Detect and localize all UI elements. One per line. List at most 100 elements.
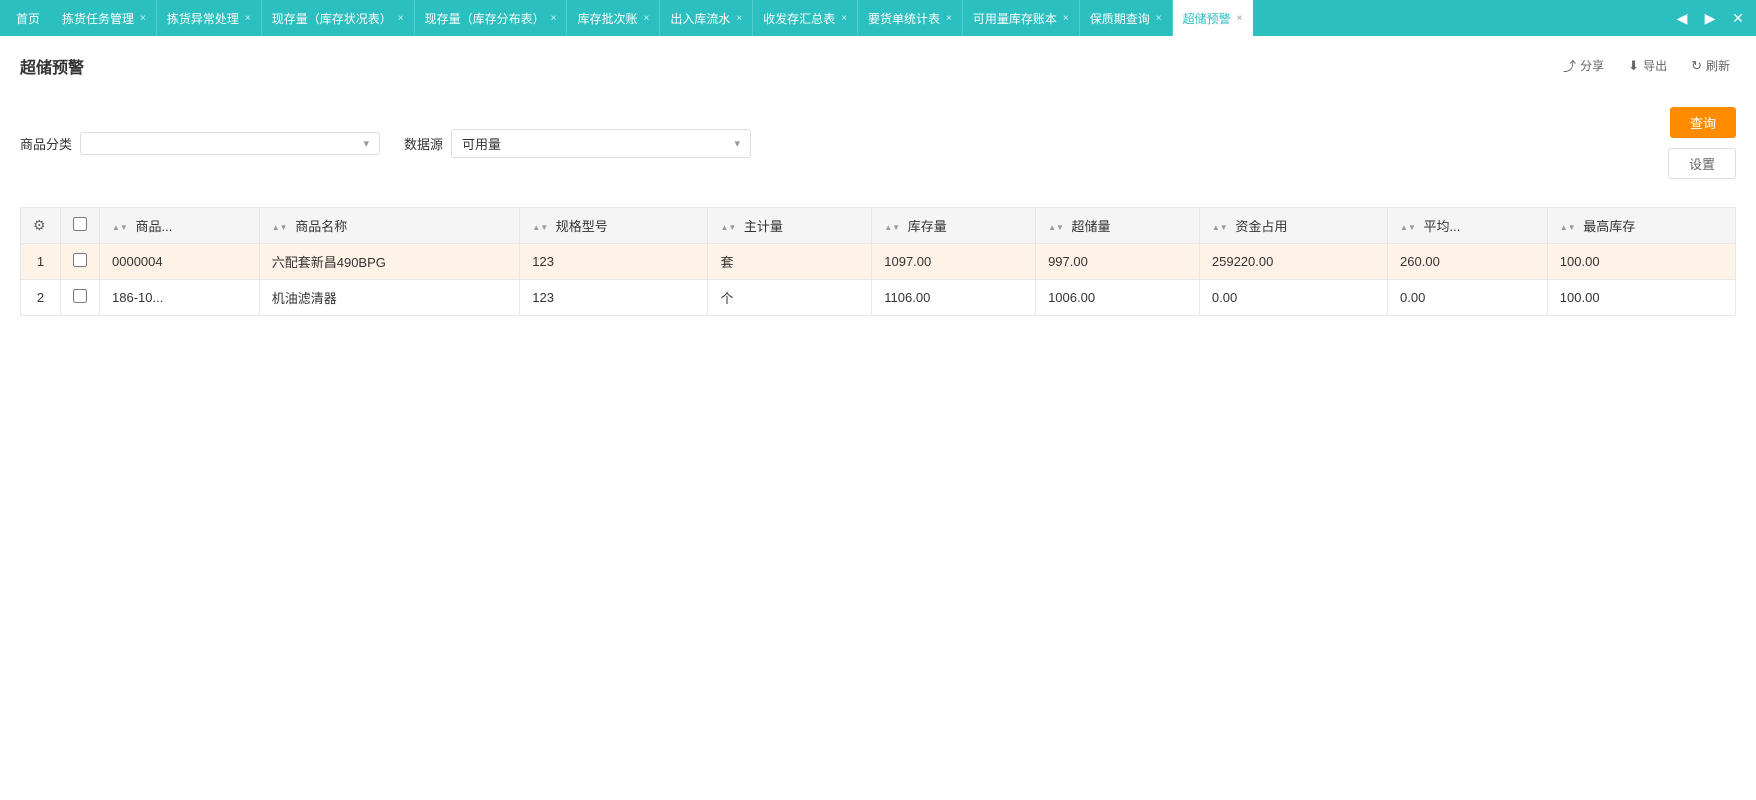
table-row: 2 186-10... 机油滤清器 123 个 1106.00 1006.00 … [21, 280, 1736, 316]
nav-tab-4[interactable]: 库存批次账 × [567, 0, 660, 36]
nav-close-all-button[interactable]: ✕ [1724, 0, 1752, 36]
th-avg-label: 平均... [1424, 219, 1461, 234]
datasource-label: 数据源 [404, 134, 443, 153]
nav-tab-close-9[interactable]: × [1156, 13, 1162, 24]
page-header: 超储预警 ⤴ 分享 ⬇ 导出 ↻ 刷新 [20, 52, 1736, 79]
nav-tab-label-2: 现存量（库存状况表） [272, 10, 392, 27]
query-button[interactable]: 查询 [1670, 107, 1736, 138]
th-product-name-label: 商品名称 [295, 219, 347, 234]
sort-arrows-max-stock: ▲▼ [1560, 224, 1576, 232]
top-navigation: 首页 拣货任务管理 × 拣货异常处理 × 现存量（库存状况表） × 现存量（库存… [0, 0, 1756, 36]
row-spec-1: 123 [520, 244, 708, 280]
th-spec-label: 规格型号 [556, 219, 608, 234]
category-label: 商品分类 [20, 134, 72, 153]
th-max-stock-label: 最高库存 [1583, 219, 1635, 234]
row-stock-1: 1097.00 [872, 244, 1036, 280]
nav-arrows: ◀ ▶ ✕ [1668, 0, 1752, 36]
nav-tab-3[interactable]: 现存量（库存分布表） × [415, 0, 568, 36]
row-num-2: 2 [21, 280, 61, 316]
row-product-name-2: 机油滤清器 [259, 280, 520, 316]
refresh-label: 刷新 [1706, 57, 1730, 74]
th-capital-label: 资金占用 [1235, 219, 1287, 234]
nav-tab-9[interactable]: 保质期查询 × [1080, 0, 1173, 36]
row-capital-1: 259220.00 [1199, 244, 1387, 280]
nav-tab-label-4: 库存批次账 [577, 10, 637, 27]
nav-tab-close-7[interactable]: × [946, 13, 952, 24]
row-overstock-2: 1006.00 [1036, 280, 1200, 316]
th-checkbox[interactable] [61, 208, 100, 244]
row-checkbox-1[interactable] [73, 253, 87, 267]
data-table: ⚙ ▲▼ 商品... ▲▼ 商品名称 ▲▼ 规格型号 ▲▼ [20, 207, 1736, 316]
sort-arrows-unit: ▲▼ [720, 224, 736, 232]
th-capital[interactable]: ▲▼ 资金占用 [1199, 208, 1387, 244]
th-avg[interactable]: ▲▼ 平均... [1388, 208, 1548, 244]
th-unit[interactable]: ▲▼ 主计量 [708, 208, 872, 244]
row-avg-2: 0.00 [1388, 280, 1548, 316]
th-product-name[interactable]: ▲▼ 商品名称 [259, 208, 520, 244]
nav-tab-8[interactable]: 可用量库存账本 × [963, 0, 1080, 36]
category-select[interactable]: ▾ [80, 132, 380, 155]
nav-next-button[interactable]: ▶ [1696, 0, 1724, 36]
th-product-code-label: 商品... [135, 219, 172, 234]
setting-button[interactable]: 设置 [1668, 148, 1736, 179]
share-icon: ⤴ [1563, 56, 1576, 75]
row-avg-1: 260.00 [1388, 244, 1548, 280]
nav-tab-close-6[interactable]: × [841, 13, 847, 24]
row-checkbox-cell-1[interactable] [61, 244, 100, 280]
row-stock-2: 1106.00 [872, 280, 1036, 316]
nav-tab-close-8[interactable]: × [1063, 13, 1069, 24]
nav-tab-label-3: 现存量（库存分布表） [425, 10, 545, 27]
row-checkbox-2[interactable] [73, 289, 87, 303]
sort-arrows-avg: ▲▼ [1400, 224, 1416, 232]
export-icon: ⬇ [1628, 58, 1639, 74]
nav-tab-7[interactable]: 要货单统计表 × [858, 0, 963, 36]
nav-tab-close-5[interactable]: × [736, 13, 742, 24]
filter-area: 商品分类 ▾ 数据源 可用量 ▾ 查询 设置 [20, 95, 1736, 191]
datasource-select[interactable]: 可用量 ▾ [451, 129, 751, 158]
th-spec[interactable]: ▲▼ 规格型号 [520, 208, 708, 244]
row-max-stock-2: 100.00 [1547, 280, 1735, 316]
row-unit-1: 套 [708, 244, 872, 280]
th-overstock[interactable]: ▲▼ 超储量 [1036, 208, 1200, 244]
nav-tab-close-3[interactable]: × [551, 13, 557, 24]
nav-tab-2[interactable]: 现存量（库存状况表） × [262, 0, 415, 36]
page-title: 超储预警 [20, 54, 84, 78]
nav-tab-5[interactable]: 出入库流水 × [660, 0, 753, 36]
th-stock-label: 库存量 [908, 219, 947, 234]
nav-home[interactable]: 首页 [4, 10, 52, 27]
th-gear[interactable]: ⚙ [21, 208, 61, 244]
gear-icon[interactable]: ⚙ [33, 217, 46, 233]
refresh-button[interactable]: ↻ 刷新 [1685, 53, 1736, 78]
sort-arrows-product-code: ▲▼ [112, 224, 128, 232]
nav-tab-close-2[interactable]: × [398, 13, 404, 24]
row-max-stock-1: 100.00 [1547, 244, 1735, 280]
nav-tab-close-4[interactable]: × [643, 13, 649, 24]
nav-tab-label-9: 保质期查询 [1090, 10, 1150, 27]
refresh-icon: ↻ [1691, 58, 1702, 74]
row-product-code-1: 0000004 [100, 244, 260, 280]
row-unit-2: 个 [708, 280, 872, 316]
nav-tab-1[interactable]: 拣货异常处理 × [157, 0, 262, 36]
nav-tab-close-10[interactable]: × [1237, 13, 1243, 24]
nav-tab-close-0[interactable]: × [140, 13, 146, 24]
select-all-checkbox[interactable] [73, 217, 87, 231]
nav-tab-0[interactable]: 拣货任务管理 × [52, 0, 157, 36]
export-label: 导出 [1643, 57, 1667, 74]
nav-tab-label-8: 可用量库存账本 [973, 10, 1057, 27]
nav-tab-close-1[interactable]: × [245, 13, 251, 24]
export-button[interactable]: ⬇ 导出 [1622, 53, 1673, 78]
nav-tab-10[interactable]: 超储预警 × [1173, 0, 1254, 36]
row-overstock-1: 997.00 [1036, 244, 1200, 280]
th-product-code[interactable]: ▲▼ 商品... [100, 208, 260, 244]
table-header-row: ⚙ ▲▼ 商品... ▲▼ 商品名称 ▲▼ 规格型号 ▲▼ [21, 208, 1736, 244]
page-content: 超储预警 ⤴ 分享 ⬇ 导出 ↻ 刷新 商品分类 ▾ 数据源 [0, 36, 1756, 800]
nav-tab-label-5: 出入库流水 [670, 10, 730, 27]
sort-arrows-stock: ▲▼ [884, 224, 900, 232]
row-product-name-1: 六配套新昌490BPG [259, 244, 520, 280]
share-button[interactable]: ⤴ 分享 [1557, 52, 1610, 79]
th-max-stock[interactable]: ▲▼ 最高库存 [1547, 208, 1735, 244]
row-checkbox-cell-2[interactable] [61, 280, 100, 316]
nav-tab-6[interactable]: 收发存汇总表 × [753, 0, 858, 36]
nav-prev-button[interactable]: ◀ [1668, 0, 1696, 36]
th-stock[interactable]: ▲▼ 库存量 [872, 208, 1036, 244]
